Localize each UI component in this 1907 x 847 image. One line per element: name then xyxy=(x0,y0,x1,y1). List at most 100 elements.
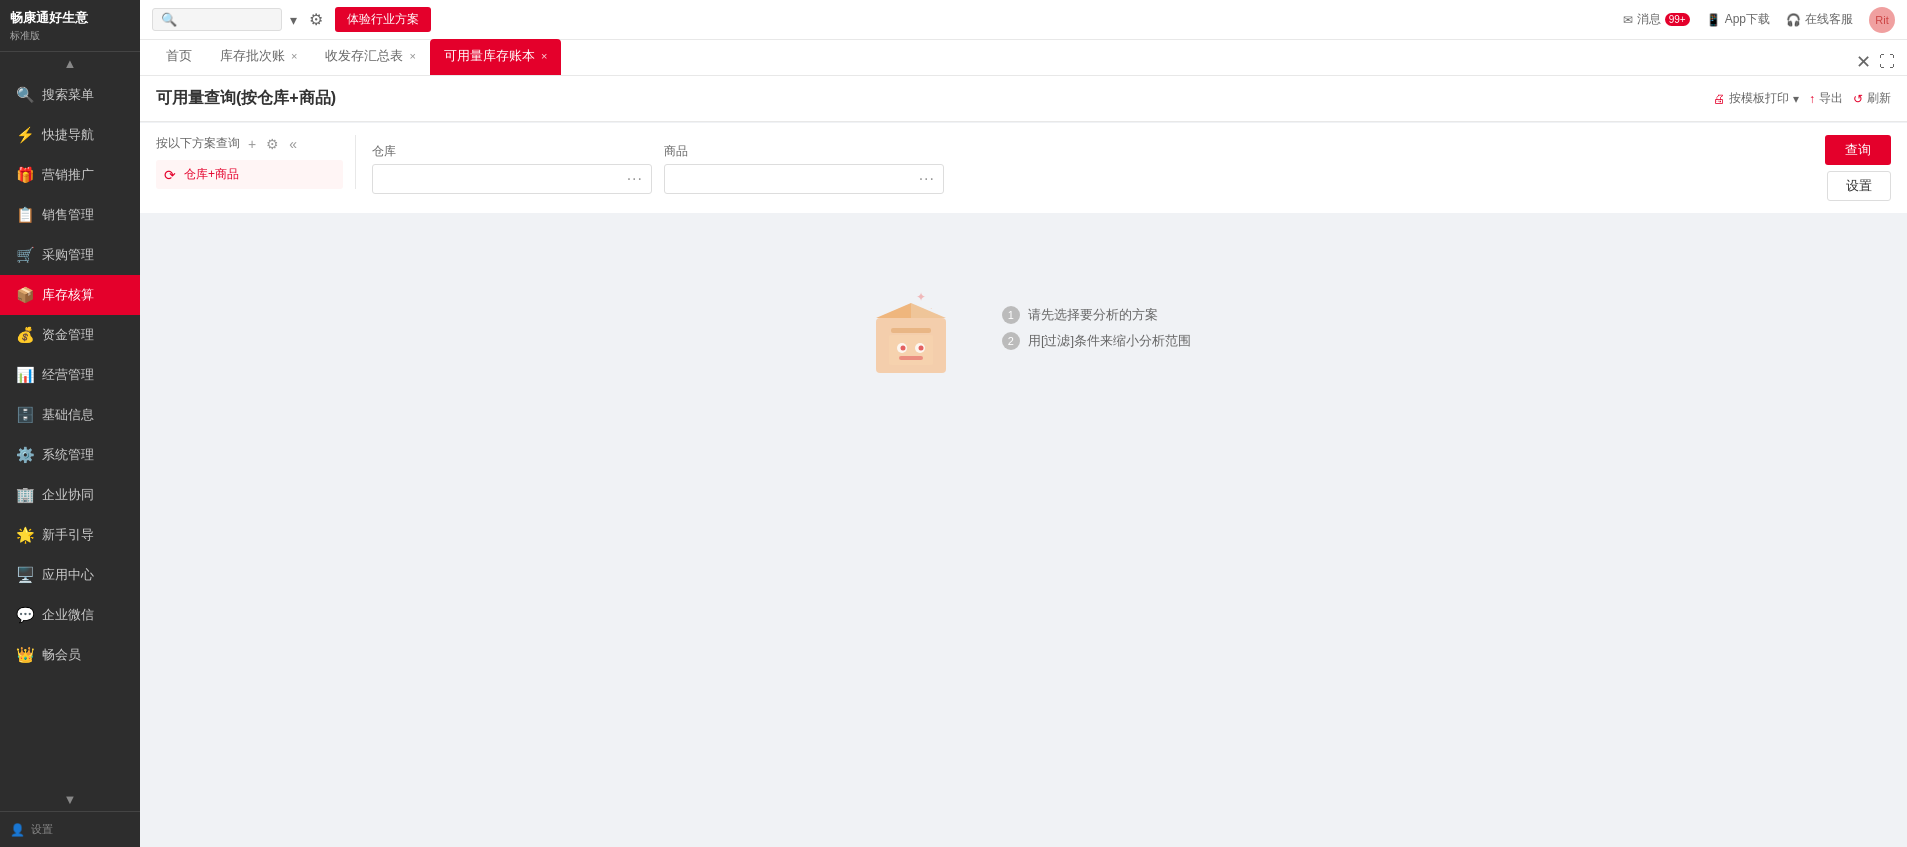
sidebar-label-shortcut: 快捷导航 xyxy=(42,126,94,144)
add-scheme-btn[interactable]: + xyxy=(246,136,258,152)
refresh-btn[interactable]: ↺ 刷新 xyxy=(1853,90,1891,107)
product-dots-btn[interactable]: ··· xyxy=(919,170,935,188)
sidebar-item-operations[interactable]: 📊经营管理 xyxy=(0,355,140,395)
close-window-btn[interactable]: ✕ xyxy=(1856,51,1871,73)
topbar-search-input[interactable] xyxy=(181,13,261,27)
user-menu[interactable]: Rit xyxy=(1869,7,1895,33)
print-dropdown-icon: ▾ xyxy=(1793,92,1799,106)
page-title-bar: 可用量查询(按仓库+商品) 🖨 按模板打印 ▾ ↑ 导出 ↺ 刷新 xyxy=(140,76,1907,122)
sidebar-label-enterprise: 企业协同 xyxy=(42,486,94,504)
sidebar-item-enterprise[interactable]: 🏢 企业协同 xyxy=(0,475,140,515)
sidebar-icon-member: 👑 xyxy=(16,646,34,664)
tab-close-summary[interactable]: × xyxy=(409,50,415,62)
tab-label-home: 首页 xyxy=(166,47,192,65)
footer-icon: 👤 xyxy=(10,823,25,837)
tab-close-batch[interactable]: × xyxy=(291,50,297,62)
sidebar-item-finance[interactable]: 💰资金管理 xyxy=(0,315,140,355)
sidebar-label-purchase: 采购管理 xyxy=(42,246,94,264)
scroll-down-btn[interactable]: ▼ xyxy=(0,788,140,811)
print-template-label: 按模板打印 xyxy=(1729,90,1789,107)
notifications[interactable]: ✉ 消息 99+ xyxy=(1623,11,1690,28)
empty-tips: 1 请先选择要分析的方案 2 用[过滤]条件来缩小分析范围 xyxy=(1002,306,1191,350)
topbar: 🔍 ▾ ⚙ 体验行业方案 ✉ 消息 99+ 📱 App下载 🎧 在线客服 Ri xyxy=(140,0,1907,40)
print-template-btn[interactable]: 🖨 按模板打印 ▾ xyxy=(1713,90,1799,107)
svg-rect-9 xyxy=(899,356,923,360)
warehouse-dots-btn[interactable]: ··· xyxy=(627,170,643,188)
query-btn[interactable]: 查询 xyxy=(1825,135,1891,165)
filter-settings-btn[interactable]: 设置 xyxy=(1827,171,1891,201)
sidebar-label-finance: 资金管理 xyxy=(42,326,94,344)
sidebar-nav: 🔍搜索菜单⚡快捷导航🎁营销推广📋销售管理 🛒 采购管理 📦库存核算💰资金管理📊经营管理… xyxy=(0,75,140,788)
sidebar-item-guide[interactable]: 🌟新手引导 xyxy=(0,515,140,555)
sidebar-item-inventory[interactable]: 📦库存核算 xyxy=(0,275,140,315)
tab-batch[interactable]: 库存批次账× xyxy=(206,39,311,75)
phone-icon: 📱 xyxy=(1706,13,1721,27)
sidebar-icon-enterprise: 🏢 xyxy=(16,486,34,504)
notif-label: 消息 xyxy=(1637,11,1661,28)
sidebar-item-member[interactable]: 👑畅会员 xyxy=(0,635,140,675)
scheme-item-label: 仓库+商品 xyxy=(184,166,239,183)
empty-tip-2: 2 用[过滤]条件来缩小分析范围 xyxy=(1002,332,1191,350)
online-service-link[interactable]: 🎧 在线客服 xyxy=(1786,11,1853,28)
print-icon: 🖨 xyxy=(1713,92,1725,106)
collapse-scheme-btn[interactable]: « xyxy=(287,136,299,152)
sidebar-label-sales: 销售管理 xyxy=(42,206,94,224)
sidebar-label-appstore: 应用中心 xyxy=(42,566,94,584)
main-wrapper: 🔍 ▾ ⚙ 体验行业方案 ✉ 消息 99+ 📱 App下载 🎧 在线客服 Ri xyxy=(140,0,1907,847)
sidebar: 畅康通好生意 标准版 ▲ 🔍搜索菜单⚡快捷导航🎁营销推广📋销售管理 🛒 采购管理 📦库… xyxy=(0,0,140,847)
sidebar-item-system[interactable]: ⚙️系统管理 xyxy=(0,435,140,475)
topbar-dropdown-btn[interactable]: ▾ xyxy=(290,12,297,28)
tab-summary[interactable]: 收发存汇总表× xyxy=(311,39,429,75)
maximize-window-btn[interactable]: ⛶ xyxy=(1879,53,1895,71)
sidebar-item-shortcut[interactable]: ⚡快捷导航 xyxy=(0,115,140,155)
online-service-label: 在线客服 xyxy=(1805,11,1853,28)
svg-marker-1 xyxy=(876,303,911,318)
sidebar-label-operations: 经营管理 xyxy=(42,366,94,384)
svg-point-7 xyxy=(900,346,905,351)
sidebar-label-system: 系统管理 xyxy=(42,446,94,464)
sidebar-item-appstore[interactable]: 🖥️应用中心 xyxy=(0,555,140,595)
tab-available[interactable]: 可用量库存账本× xyxy=(430,39,561,75)
filter-area: 按以下方案查询 + ⚙ « ⟳ 仓库+商品 仓库 ··· xyxy=(140,123,1907,213)
sidebar-item-basic[interactable]: 🗄️基础信息 xyxy=(0,395,140,435)
sidebar-item-purchase[interactable]: 🛒 采购管理 xyxy=(0,235,140,275)
avatar: Rit xyxy=(1869,7,1895,33)
scroll-up-btn[interactable]: ▲ xyxy=(0,52,140,75)
sidebar-item-search[interactable]: 🔍搜索菜单 xyxy=(0,75,140,115)
tabs-actions: ✕ ⛶ xyxy=(1856,51,1895,75)
export-btn[interactable]: ↑ 导出 xyxy=(1809,90,1843,107)
svg-text:·: · xyxy=(930,303,933,313)
topbar-gear-icon[interactable]: ⚙ xyxy=(309,10,323,29)
app-download-link[interactable]: 📱 App下载 xyxy=(1706,11,1770,28)
settings-scheme-btn[interactable]: ⚙ xyxy=(264,136,281,152)
sidebar-item-wechat[interactable]: 💬企业微信 xyxy=(0,595,140,635)
sidebar-item-sales[interactable]: 📋销售管理 xyxy=(0,195,140,235)
tabs-bar: 首页库存批次账×收发存汇总表×可用量库存账本× ✕ ⛶ xyxy=(140,40,1907,76)
svg-marker-2 xyxy=(911,303,946,318)
tab-home[interactable]: 首页 xyxy=(152,39,206,75)
svg-point-8 xyxy=(918,346,923,351)
sidebar-footer[interactable]: 👤 设置 xyxy=(0,811,140,847)
brand-edition: 标准版 xyxy=(10,29,40,43)
scheme-item-icon: ⟳ xyxy=(164,167,176,183)
topbar-search-wrap: 🔍 xyxy=(152,8,282,31)
message-icon: ✉ xyxy=(1623,13,1633,27)
scheme-item-warehouse-product[interactable]: ⟳ 仓库+商品 xyxy=(156,160,343,189)
filter-schemes-header: 按以下方案查询 + ⚙ « xyxy=(156,135,343,152)
tip2-text: 用[过滤]条件来缩小分析范围 xyxy=(1028,332,1191,350)
sidebar-icon-purchase: 🛒 xyxy=(16,246,34,264)
tab-close-available[interactable]: × xyxy=(541,50,547,62)
page-title: 可用量查询(按仓库+商品) xyxy=(156,88,336,109)
page-actions: 🖨 按模板打印 ▾ ↑ 导出 ↺ 刷新 xyxy=(1713,90,1891,107)
product-input[interactable] xyxy=(673,172,915,186)
export-label: 导出 xyxy=(1819,90,1843,107)
sidebar-label-inventory: 库存核算 xyxy=(42,286,94,304)
warehouse-input[interactable] xyxy=(381,172,623,186)
refresh-label: 刷新 xyxy=(1867,90,1891,107)
footer-label: 设置 xyxy=(31,822,53,837)
sidebar-header: 畅康通好生意 标准版 xyxy=(0,0,140,52)
sidebar-item-marketing[interactable]: 🎁营销推广 xyxy=(0,155,140,195)
industry-btn[interactable]: 体验行业方案 xyxy=(335,7,431,32)
notif-badge: 99+ xyxy=(1665,13,1690,26)
svg-text:✦: ✦ xyxy=(916,290,926,304)
